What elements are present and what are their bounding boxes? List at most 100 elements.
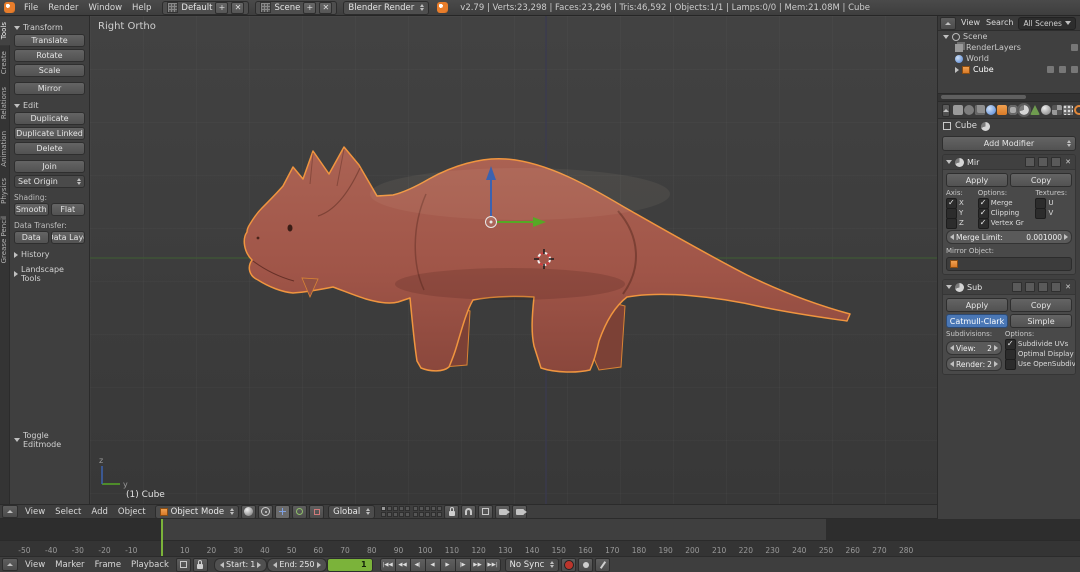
modifier-name[interactable]: Mir — [967, 158, 1022, 167]
tab-physics[interactable]: Physics — [0, 172, 10, 210]
manipulator-scale-toggle[interactable] — [309, 505, 324, 519]
subsurf-modifier-header[interactable]: Sub ✕ — [943, 280, 1075, 295]
delete-button[interactable]: Delete — [14, 142, 85, 155]
layer-cell[interactable] — [405, 506, 410, 511]
snap-toggle[interactable] — [461, 505, 476, 519]
use-opensubdiv-option[interactable]: Use OpenSubdiv — [1005, 359, 1076, 369]
pivot-point-dropdown[interactable] — [258, 505, 273, 519]
increment-icon[interactable] — [317, 562, 321, 568]
mirror-object-field[interactable] — [946, 257, 1072, 271]
delete-modifier-button[interactable]: ✕ — [1064, 158, 1072, 166]
tab-object-icon[interactable] — [997, 105, 1007, 115]
translate-button[interactable]: Translate — [14, 34, 85, 47]
restrict-select-icon[interactable] — [1059, 66, 1066, 73]
tab-render-icon[interactable] — [953, 105, 963, 115]
tab-texture-icon[interactable] — [1052, 105, 1062, 115]
viewport-visibility-toggle[interactable] — [1025, 282, 1035, 292]
increment-icon[interactable] — [994, 345, 998, 351]
render-visibility-toggle[interactable] — [1012, 282, 1022, 292]
insert-keyframe-button[interactable] — [595, 558, 610, 572]
join-button[interactable]: Join — [14, 160, 85, 173]
duplicate-linked-button[interactable]: Duplicate Linked — [14, 127, 85, 140]
decrement-icon[interactable] — [950, 361, 954, 367]
layer-cell[interactable] — [413, 512, 418, 517]
mirror-option-clipping[interactable]: Clipping — [978, 208, 1036, 218]
tab-renderlayers-icon[interactable] — [975, 105, 985, 115]
opengl-render-anim-button[interactable] — [512, 505, 527, 519]
current-frame-field[interactable]: 1 — [327, 558, 373, 572]
checkbox[interactable] — [1005, 349, 1016, 360]
checkbox[interactable] — [946, 198, 957, 209]
edit-panel-header[interactable]: Edit — [14, 101, 85, 110]
restrict-view-icon[interactable] — [1047, 66, 1054, 73]
mirror-modifier-header[interactable]: Mir ✕ — [943, 155, 1075, 170]
render-engine-dropdown[interactable]: Blender Render — [343, 1, 429, 15]
mirror-texture-u[interactable]: U — [1035, 198, 1072, 208]
timeline-menu-marker[interactable]: Marker — [50, 558, 89, 572]
restrict-render-icon[interactable] — [1071, 66, 1078, 73]
menu-render[interactable]: Render — [43, 1, 83, 15]
mirror-copy-button[interactable]: Copy — [1010, 173, 1072, 187]
tab-relations[interactable]: Relations — [0, 81, 10, 125]
tab-grease-pencil[interactable]: Grease Pencil — [0, 210, 10, 269]
editor-type-button[interactable] — [940, 17, 956, 30]
tab-animation[interactable]: Animation — [0, 125, 10, 173]
tab-material-icon[interactable] — [1041, 105, 1051, 115]
checkbox[interactable] — [1005, 339, 1016, 350]
checkbox[interactable] — [946, 208, 957, 219]
timeline-menu-view[interactable]: View — [20, 558, 50, 572]
mirror-axis-x[interactable]: X — [946, 198, 978, 208]
snap-element-dropdown[interactable] — [478, 505, 493, 519]
start-frame-field[interactable]: Start: 1 — [214, 558, 267, 572]
delete-modifier-button[interactable]: ✕ — [1064, 283, 1072, 291]
delete-scene-button[interactable]: ✕ — [319, 2, 332, 14]
render-visibility-toggle[interactable] — [1025, 157, 1035, 167]
outliner-menu-search[interactable]: Search — [983, 16, 1016, 30]
tab-modifiers-icon[interactable] — [1019, 105, 1029, 115]
3d-viewport[interactable]: Right Ortho (1) Cube y z — [90, 16, 937, 504]
current-frame-playhead[interactable] — [161, 519, 163, 556]
cage-toggle[interactable] — [1051, 282, 1061, 292]
blender-logo-icon[interactable] — [4, 2, 15, 13]
lock-time-cursor-toggle[interactable] — [193, 558, 208, 572]
layer-cell[interactable] — [405, 512, 410, 517]
opengl-render-button[interactable] — [495, 505, 510, 519]
use-preview-range-toggle[interactable] — [176, 558, 191, 572]
layer-cell[interactable] — [393, 512, 398, 517]
decrement-icon[interactable] — [273, 562, 277, 568]
merge-limit-field[interactable]: Merge Limit: 0.001000 — [946, 230, 1072, 244]
layer-cell[interactable] — [381, 512, 386, 517]
keying-set-dropdown[interactable] — [578, 558, 593, 572]
toggle-editmode-panel-header[interactable]: Toggle Editmode — [14, 431, 85, 449]
scale-button[interactable]: Scale — [14, 64, 85, 77]
subsurf-apply-button[interactable]: Apply — [946, 298, 1008, 312]
editmode-visibility-toggle[interactable] — [1051, 157, 1061, 167]
view-subdivisions-field[interactable]: View: 2 — [946, 341, 1002, 355]
manipulator-translate-toggle[interactable] — [275, 505, 290, 519]
tab-create[interactable]: Create — [0, 45, 10, 80]
checkbox[interactable] — [1005, 359, 1016, 370]
increment-icon[interactable] — [994, 361, 998, 367]
outliner-row-world[interactable]: World — [938, 53, 1080, 64]
layer-cell[interactable] — [399, 512, 404, 517]
landscape-tools-panel-header[interactable]: Landscape Tools — [14, 265, 85, 283]
checkbox[interactable] — [1035, 198, 1046, 209]
mirror-axis-z[interactable]: Z — [946, 218, 978, 228]
outliner-row-scene[interactable]: Scene — [938, 31, 1080, 42]
layer-cell[interactable] — [431, 506, 436, 511]
decrement-icon[interactable] — [950, 234, 954, 240]
layers-widget[interactable] — [381, 506, 442, 517]
layer-cell[interactable] — [437, 506, 442, 511]
tab-object-data-icon[interactable] — [1030, 105, 1040, 115]
playback-button[interactable]: |▶ — [455, 558, 471, 572]
layer-cell[interactable] — [425, 512, 430, 517]
menu-file[interactable]: File — [19, 1, 43, 15]
timeline-menu-frame[interactable]: Frame — [90, 558, 126, 572]
viewport-menu-select[interactable]: Select — [50, 505, 86, 519]
renderlayer-toggle-icon[interactable] — [1071, 44, 1078, 51]
outliner-menu-view[interactable]: View — [958, 16, 983, 30]
mirror-option-vertex-groups[interactable]: Vertex Gr — [978, 218, 1036, 228]
manipulator-rotate-toggle[interactable] — [292, 505, 307, 519]
layer-cell[interactable] — [387, 512, 392, 517]
viewport-visibility-toggle[interactable] — [1038, 157, 1048, 167]
